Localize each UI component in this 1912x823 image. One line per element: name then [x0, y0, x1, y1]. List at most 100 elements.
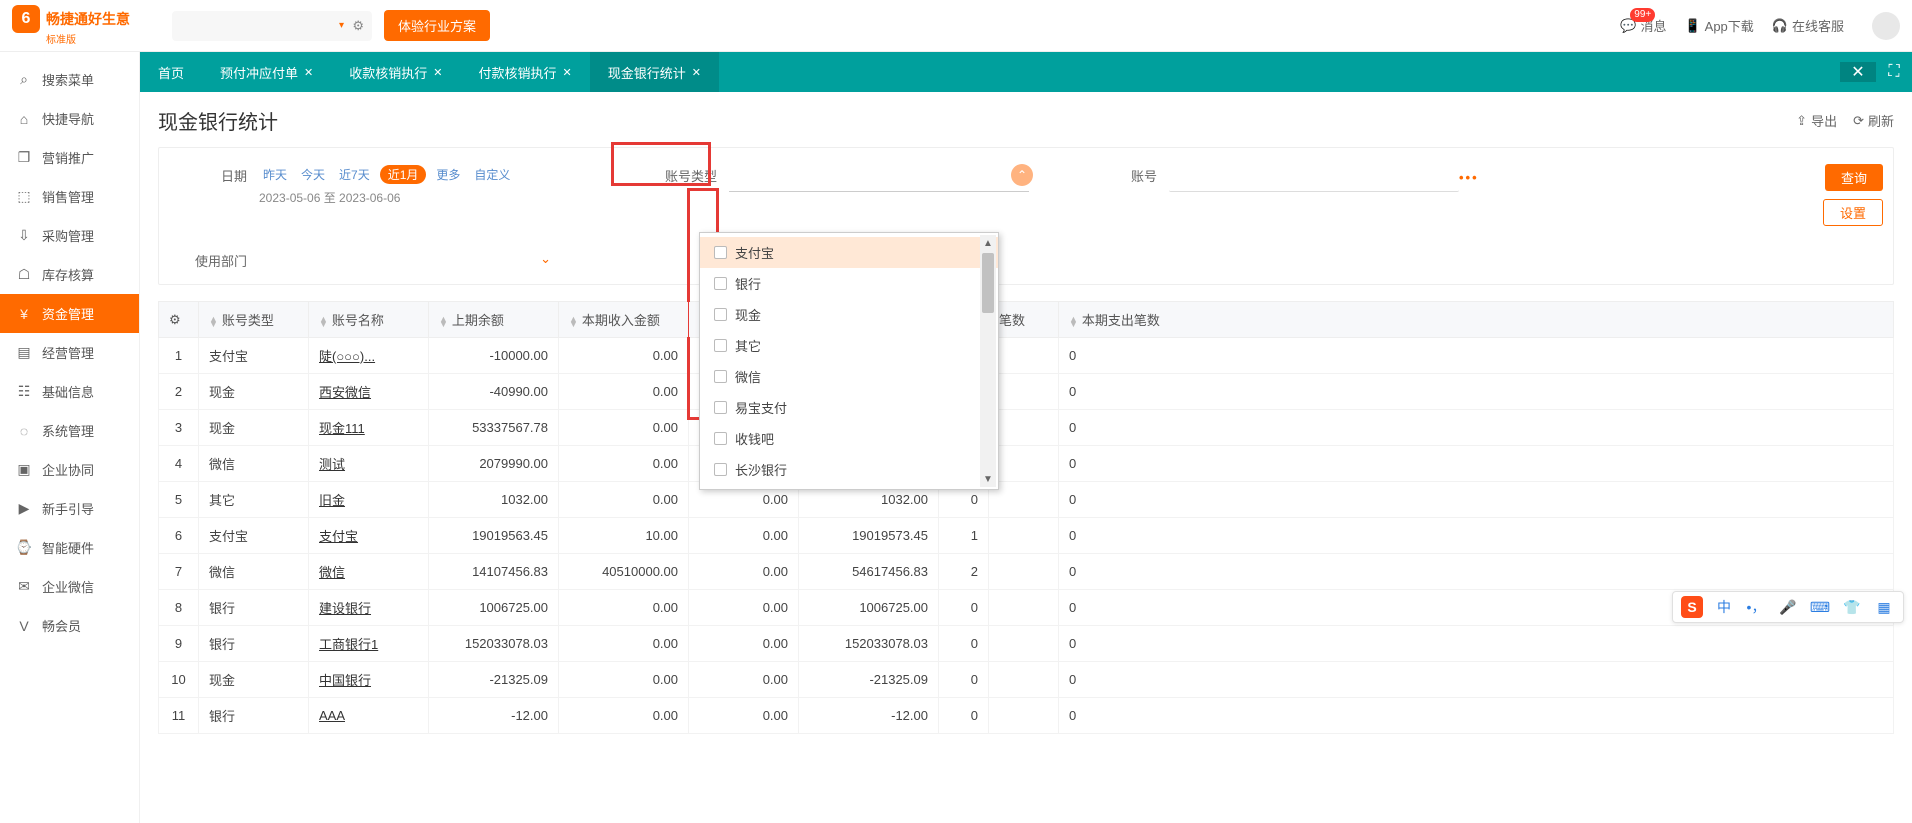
date-chip[interactable]: 自定义	[470, 164, 514, 185]
scroll-down-icon[interactable]: ▼	[980, 471, 996, 487]
checkbox[interactable]	[714, 432, 727, 445]
account-input[interactable]	[1169, 164, 1459, 192]
close-icon[interactable]: ✕	[304, 66, 313, 79]
query-button[interactable]: 查询	[1825, 164, 1883, 191]
scroll-up-icon[interactable]: ▲	[980, 235, 996, 251]
sidebar-item[interactable]: ▤经营管理	[0, 333, 139, 372]
ime-toolbox-icon[interactable]: ▦	[1873, 596, 1895, 618]
cell-name[interactable]: 旧金	[309, 482, 429, 518]
ime-skin-icon[interactable]: 👕	[1841, 596, 1863, 618]
date-chip[interactable]: 今天	[297, 164, 329, 185]
gear-column[interactable]: ⚙	[159, 302, 199, 338]
ime-punct-icon[interactable]: •，	[1745, 596, 1767, 618]
ime-toolbar[interactable]: S 中 •， 🎤 ⌨ 👕 ▦	[1672, 591, 1904, 623]
sidebar-icon: ▣	[16, 462, 32, 478]
ime-logo-icon[interactable]: S	[1681, 596, 1703, 618]
dropdown-item[interactable]: 银行	[700, 268, 998, 299]
tab[interactable]: 现金银行统计✕	[590, 52, 719, 92]
sidebar-item[interactable]: ❐营销推广	[0, 138, 139, 177]
dropdown-item[interactable]: 支付宝	[700, 237, 998, 268]
org-selector[interactable]: ▾ ⚙	[172, 11, 372, 41]
dropdown-item[interactable]: 收钱吧	[700, 423, 998, 454]
dropdown-item[interactable]: 易宝支付	[700, 392, 998, 423]
checkbox[interactable]	[714, 246, 727, 259]
cell-open: -40990.00	[429, 374, 559, 410]
tab-label: 首页	[158, 63, 184, 82]
sidebar-item[interactable]: ⌚智能硬件	[0, 528, 139, 567]
ime-keyboard-icon[interactable]: ⌨	[1809, 596, 1831, 618]
sidebar-item[interactable]: ▣企业协同	[0, 450, 139, 489]
tab[interactable]: 付款核销执行✕	[460, 52, 589, 92]
refresh-button[interactable]: ⟳刷新	[1853, 111, 1894, 130]
scroll-thumb[interactable]	[982, 253, 994, 313]
cell-name[interactable]: 工商银行1	[309, 626, 429, 662]
col-count[interactable]: 笔数	[989, 302, 1059, 338]
sidebar-item[interactable]: ▶新手引导	[0, 489, 139, 528]
sidebar-item[interactable]: ⌕搜索菜单	[0, 60, 139, 99]
sidebar-item[interactable]: ☖库存核算	[0, 255, 139, 294]
date-chip[interactable]: 近1月	[380, 165, 427, 184]
cell-name[interactable]: 微信	[309, 554, 429, 590]
avatar[interactable]	[1872, 12, 1900, 40]
tab[interactable]: 收款核销执行✕	[331, 52, 460, 92]
gear-icon[interactable]: ⚙	[352, 18, 364, 34]
messages[interactable]: 💬 消息 99+	[1620, 16, 1666, 35]
scrollbar[interactable]: ▲ ▼	[980, 235, 996, 487]
checkbox[interactable]	[714, 308, 727, 321]
ime-lang[interactable]: 中	[1713, 596, 1735, 618]
cell-name[interactable]: 支付宝	[309, 518, 429, 554]
app-download[interactable]: 📱 App下载	[1684, 16, 1753, 35]
checkbox[interactable]	[714, 339, 727, 352]
trial-button[interactable]: 体验行业方案	[384, 10, 490, 41]
cell-income: 0.00	[559, 590, 689, 626]
col-income[interactable]: ▲▼本期收入金额	[559, 302, 689, 338]
cell-name[interactable]: 现金111	[309, 410, 429, 446]
dept-select[interactable]: ⌄	[259, 244, 559, 274]
settings-button[interactable]: 设置	[1823, 199, 1883, 226]
close-icon[interactable]: ✕	[433, 66, 442, 79]
online-service[interactable]: 🎧 在线客服	[1772, 16, 1844, 35]
cell-type: 其它	[199, 482, 309, 518]
col-account-name[interactable]: ▲▼账号名称	[309, 302, 429, 338]
cell-name[interactable]: 陡(○○○)...	[309, 338, 429, 374]
sidebar-item[interactable]: ✉企业微信	[0, 567, 139, 606]
tab-fullscreen[interactable]: ⛶	[1876, 63, 1912, 81]
ime-mic-icon[interactable]: 🎤	[1777, 596, 1799, 618]
sidebar-item[interactable]: ◌系统管理	[0, 411, 139, 450]
sidebar-item[interactable]: ⌂快捷导航	[0, 99, 139, 138]
dropdown-item[interactable]: 长沙银行	[700, 454, 998, 485]
tab[interactable]: 首页	[140, 52, 202, 92]
tab-close-all[interactable]: ✕	[1840, 62, 1876, 82]
checkbox[interactable]	[714, 463, 727, 476]
dropdown-item[interactable]: 现金	[700, 299, 998, 330]
cell-name[interactable]: AAA	[309, 698, 429, 734]
dropdown-item[interactable]: 微信	[700, 361, 998, 392]
account-type-input[interactable]	[729, 164, 1029, 192]
sidebar-item[interactable]: ☷基础信息	[0, 372, 139, 411]
date-chip[interactable]: 昨天	[259, 164, 291, 185]
close-icon[interactable]: ✕	[563, 66, 572, 79]
cell-name[interactable]: 中国银行	[309, 662, 429, 698]
collapse-toggle[interactable]: ⌃	[1011, 164, 1033, 186]
checkbox[interactable]	[714, 401, 727, 414]
checkbox[interactable]	[714, 277, 727, 290]
close-icon[interactable]: ✕	[692, 66, 701, 79]
more-icon[interactable]: •••	[1459, 170, 1479, 185]
col-account-type[interactable]: ▲▼账号类型	[199, 302, 309, 338]
tab[interactable]: 预付冲应付单✕	[202, 52, 331, 92]
col-out-count[interactable]: ▲▼本期支出笔数	[1059, 302, 1894, 338]
date-chip[interactable]: 更多	[432, 164, 464, 185]
date-chip[interactable]: 近7天	[335, 164, 374, 185]
sidebar-item[interactable]: ¥资金管理	[0, 294, 139, 333]
sidebar-item[interactable]: ⇩采购管理	[0, 216, 139, 255]
col-open-balance[interactable]: ▲▼上期余额	[429, 302, 559, 338]
export-button[interactable]: ⇪导出	[1796, 111, 1837, 130]
account-type-dropdown[interactable]: 支付宝银行现金其它微信易宝支付收钱吧长沙银行 ▲ ▼	[699, 232, 999, 490]
sidebar-item[interactable]: V畅会员	[0, 606, 139, 645]
sidebar-item[interactable]: ⬚销售管理	[0, 177, 139, 216]
dropdown-item[interactable]: 其它	[700, 330, 998, 361]
checkbox[interactable]	[714, 370, 727, 383]
cell-name[interactable]: 西安微信	[309, 374, 429, 410]
cell-name[interactable]: 测试	[309, 446, 429, 482]
cell-name[interactable]: 建设银行	[309, 590, 429, 626]
